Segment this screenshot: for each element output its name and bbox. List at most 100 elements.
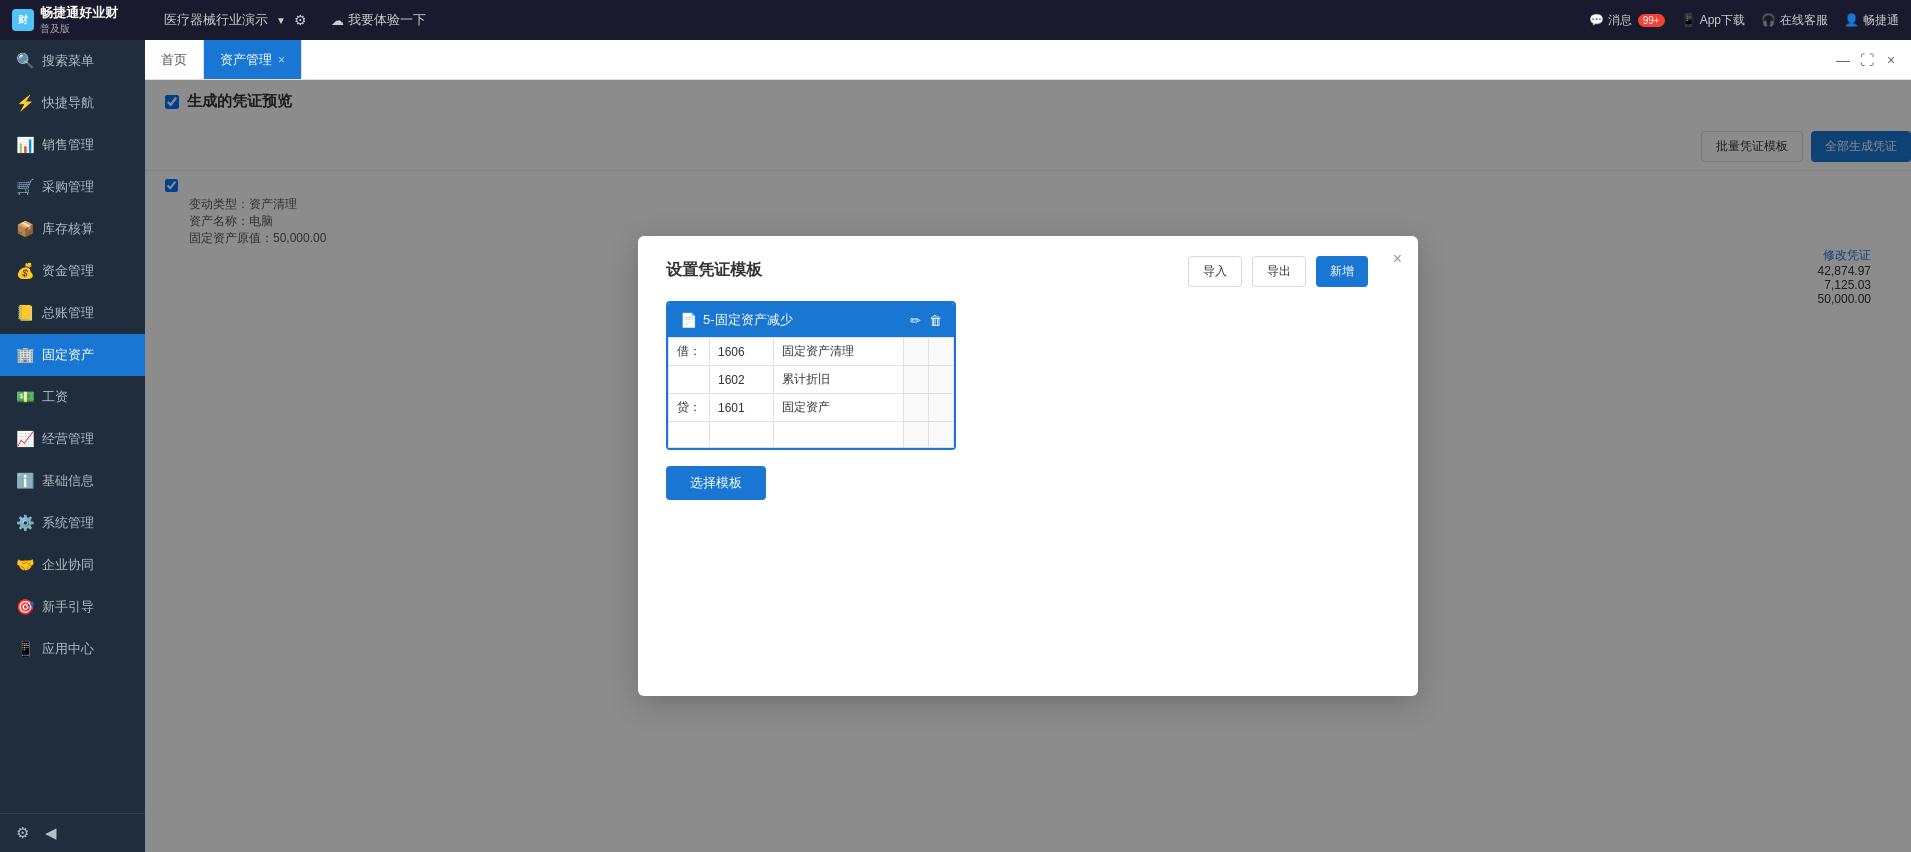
row-credit-3 (929, 422, 954, 448)
ledger-icon: 📒 (16, 304, 34, 322)
company-selector[interactable]: 医疗器械行业演示 ▼ ⚙ ☁ 我要体验一下 (164, 11, 1577, 29)
tab-asset-mgmt[interactable]: 资产管理 × (204, 40, 302, 79)
experience-btn[interactable]: ☁ 我要体验一下 (331, 11, 426, 29)
user-nav[interactable]: 👤 畅捷通 (1844, 12, 1899, 29)
row-debit-3 (904, 422, 929, 448)
window-maximize-btn[interactable]: ⛶ (1855, 48, 1879, 72)
template-row-1: 1602 累计折旧 (669, 366, 954, 394)
search-icon: 🔍 (16, 52, 34, 70)
headset-icon: 🎧 (1761, 13, 1776, 27)
purchase-icon: 🛒 (16, 178, 34, 196)
row-type-1 (669, 366, 710, 394)
row-name-2: 固定资产 (773, 394, 903, 422)
sidebar-item-inventory[interactable]: 📦 库存核算 (0, 208, 145, 250)
company-name: 医疗器械行业演示 (164, 11, 268, 29)
row-debit-2 (904, 394, 929, 422)
sidebar-item-finance[interactable]: 💰 资金管理 (0, 250, 145, 292)
row-type-2: 贷： (669, 394, 710, 422)
row-code-3 (710, 422, 774, 448)
operations-icon: 📈 (16, 430, 34, 448)
row-code-0: 1606 (710, 338, 774, 366)
sales-icon: 📊 (16, 136, 34, 154)
row-name-0: 固定资产清理 (773, 338, 903, 366)
row-credit-0 (929, 338, 954, 366)
row-type-3 (669, 422, 710, 448)
content-area: 首页 资产管理 × — ⛶ × 生成的凭证预览 (145, 40, 1911, 852)
top-bar: 财 畅捷通好业财 普及版 医疗器械行业演示 ▼ ⚙ ☁ 我要体验一下 💬 消息 … (0, 0, 1911, 40)
sidebar-item-quicknav[interactable]: ⚡ 快捷导航 (0, 82, 145, 124)
row-code-2: 1601 (710, 394, 774, 422)
sidebar-item-app-center[interactable]: 📱 应用中心 (0, 628, 145, 670)
basic-info-icon: ℹ️ (16, 472, 34, 490)
app-container: 财 畅捷通好业财 普及版 医疗器械行业演示 ▼ ⚙ ☁ 我要体验一下 💬 消息 … (0, 0, 1911, 852)
sidebar-item-search[interactable]: 🔍 搜索菜单 (0, 40, 145, 82)
row-debit-0 (904, 338, 929, 366)
import-btn[interactable]: 导入 (1188, 256, 1242, 287)
template-delete-icon[interactable]: 🗑 (929, 313, 942, 328)
logo-icon: 财 (12, 9, 34, 31)
row-name-3 (773, 422, 903, 448)
modal-overlay: × 设置凭证模板 导入 导出 新增 (145, 80, 1911, 852)
enterprise-icon: 🤝 (16, 556, 34, 574)
modal-toolbar: 导入 导出 新增 (1188, 256, 1368, 287)
tab-close-icon[interactable]: × (278, 53, 285, 67)
template-row-3 (669, 422, 954, 448)
window-close-btn[interactable]: × (1879, 48, 1903, 72)
page-content: 生成的凭证预览 批量凭证模板 全部生成凭证 变动类型：资产清理 资产名称：电脑 … (145, 80, 1911, 852)
row-credit-1 (929, 366, 954, 394)
sidebar-bottom: ⚙ ◀ (0, 813, 145, 852)
sidebar-item-guide[interactable]: 🎯 新手引导 (0, 586, 145, 628)
sidebar-item-ledger[interactable]: 📒 总账管理 (0, 292, 145, 334)
tab-bar: 首页 资产管理 × — ⛶ × (145, 40, 1911, 80)
chevron-down-icon: ▼ (276, 15, 286, 26)
system-icon: ⚙️ (16, 514, 34, 532)
sidebar-item-basic-info[interactable]: ℹ️ 基础信息 (0, 460, 145, 502)
export-btn[interactable]: 导出 (1252, 256, 1306, 287)
modal-close-btn[interactable]: × (1393, 250, 1402, 268)
row-type-0: 借： (669, 338, 710, 366)
inventory-icon: 📦 (16, 220, 34, 238)
sidebar-item-operations[interactable]: 📈 经营管理 (0, 418, 145, 460)
window-minimize-btn[interactable]: — (1831, 48, 1855, 72)
message-icon: 💬 (1589, 13, 1604, 27)
sidebar: 🔍 搜索菜单 ⚡ 快捷导航 📊 销售管理 🛒 采购管理 📦 库存核算 (0, 40, 145, 852)
app-logo: 财 畅捷通好业财 普及版 (12, 4, 152, 36)
template-row-2: 贷： 1601 固定资产 (669, 394, 954, 422)
phone-icon: 📱 (1681, 13, 1696, 27)
sidebar-item-payroll[interactable]: 💵 工资 (0, 376, 145, 418)
row-debit-1 (904, 366, 929, 394)
sidebar-item-enterprise[interactable]: 🤝 企业协同 (0, 544, 145, 586)
settings-bottom-icon[interactable]: ⚙ (16, 824, 29, 842)
app-download-nav[interactable]: 📱 App下载 (1681, 12, 1745, 29)
template-card-header: 📄 5-固定资产减少 ✏ 🗑 (668, 303, 954, 337)
new-btn[interactable]: 新增 (1316, 256, 1368, 287)
message-nav[interactable]: 💬 消息 99+ (1589, 12, 1665, 29)
user-icon: 👤 (1844, 13, 1859, 27)
template-edit-icon[interactable]: ✏ (910, 313, 921, 328)
collapse-sidebar-icon[interactable]: ◀ (45, 824, 57, 842)
template-doc-icon: 📄 (680, 312, 697, 328)
template-header-icons: ✏ 🗑 (910, 313, 942, 328)
guide-icon: 🎯 (16, 598, 34, 616)
finance-icon: 💰 (16, 262, 34, 280)
sidebar-item-fixed-assets[interactable]: 🏢 固定资产 (0, 334, 145, 376)
row-code-1: 1602 (710, 366, 774, 394)
sidebar-item-purchase[interactable]: 🛒 采购管理 (0, 166, 145, 208)
template-name: 5-固定资产减少 (703, 311, 793, 329)
online-service-nav[interactable]: 🎧 在线客服 (1761, 12, 1828, 29)
app-name: 畅捷通好业财 普及版 (40, 4, 118, 36)
sidebar-item-system[interactable]: ⚙️ 系统管理 (0, 502, 145, 544)
choose-template-btn[interactable]: 选择模板 (666, 466, 766, 500)
sidebar-item-sales[interactable]: 📊 销售管理 (0, 124, 145, 166)
tab-ext-controls: — ⛶ × (1831, 40, 1911, 79)
main-area: 🔍 搜索菜单 ⚡ 快捷导航 📊 销售管理 🛒 采购管理 📦 库存核算 (0, 40, 1911, 852)
row-credit-2 (929, 394, 954, 422)
template-card: 📄 5-固定资产减少 ✏ 🗑 (666, 301, 956, 450)
top-bar-right: 💬 消息 99+ 📱 App下载 🎧 在线客服 👤 畅捷通 (1589, 12, 1899, 29)
modal-dialog: × 设置凭证模板 导入 导出 新增 (638, 236, 1418, 696)
tab-home[interactable]: 首页 (145, 40, 204, 79)
template-table: 借： 1606 固定资产清理 1602 (668, 337, 954, 448)
template-row-0: 借： 1606 固定资产清理 (669, 338, 954, 366)
template-card-body: 借： 1606 固定资产清理 1602 (668, 337, 954, 448)
settings-icon[interactable]: ⚙ (294, 12, 307, 28)
